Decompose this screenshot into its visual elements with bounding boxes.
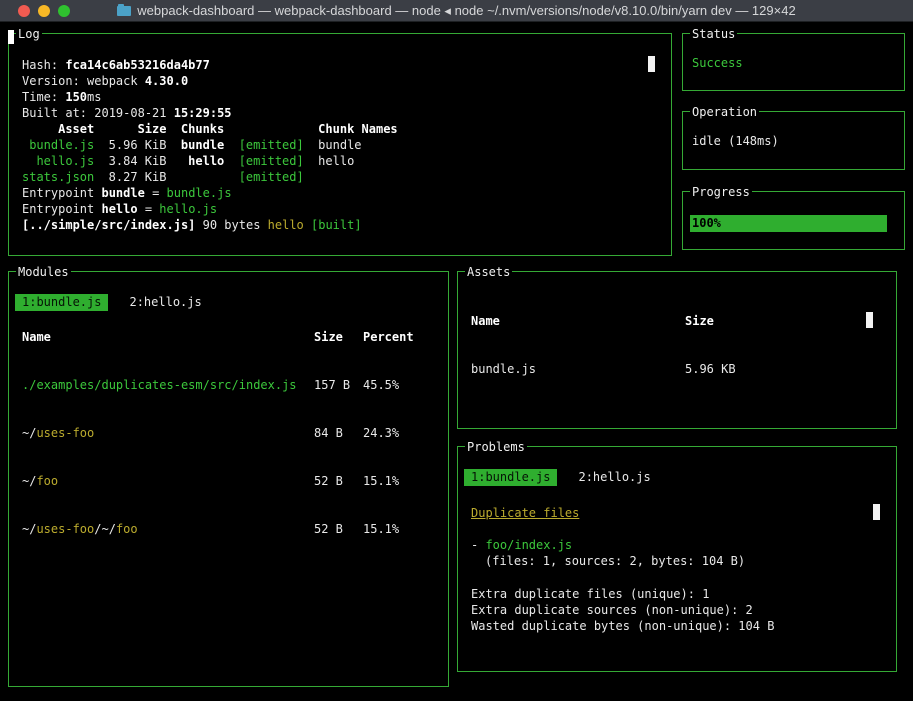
modules-header-size: Size	[314, 329, 343, 345]
close-button[interactable]	[18, 5, 30, 17]
built-at-time: 15:29:55	[174, 106, 232, 120]
assets-header-size: Size	[685, 313, 714, 329]
modules-panel-title: Modules	[16, 264, 71, 280]
log-panel: Log Hash: fca14c6ab53216da4b77 Version: …	[8, 33, 672, 256]
module-row-size: 157 B	[314, 377, 350, 393]
duplicate-file-detail: (files: 1, sources: 2, bytes: 104 B)	[485, 553, 745, 569]
asset-row-name: bundle.js	[471, 361, 536, 377]
duplicate-files-heading: Duplicate files	[471, 505, 579, 521]
webpack-version: 4.30.0	[145, 74, 188, 88]
entrypoint-line: Entrypoint bundle = bundle.js	[22, 185, 663, 201]
asset-table-row: stats.json8.27 KiB[emitted]	[22, 169, 663, 185]
build-hash: fca14c6ab53216da4b77	[65, 58, 210, 72]
module-row-size: 52 B	[314, 521, 343, 537]
problems-scrollbar-thumb[interactable]	[873, 504, 880, 520]
log-hash-line: Hash: fca14c6ab53216da4b77	[22, 57, 663, 73]
status-panel-title: Status	[690, 26, 737, 42]
module-row-name: ~/uses-foo	[22, 425, 94, 441]
window-title: webpack-dashboard — webpack-dashboard — …	[137, 3, 795, 19]
modules-tab-hello[interactable]: 2:hello.js	[122, 294, 208, 311]
zoom-button[interactable]	[58, 5, 70, 17]
module-row-percent: 45.5%	[363, 377, 399, 393]
asset-table-row: hello.js3.84 KiBhello[emitted]hello	[22, 153, 663, 169]
problems-panel: Problems 1:bundle.js 2:hello.js Duplicat…	[457, 446, 897, 672]
operation-value: idle (148ms)	[692, 133, 779, 149]
log-scrollbar-thumb[interactable]	[648, 56, 655, 72]
progress-panel: Progress 100%	[682, 191, 905, 250]
summary-line: Extra duplicate files (unique): 1	[471, 586, 709, 602]
folder-icon	[117, 6, 131, 16]
progress-bar: 100%	[690, 215, 887, 232]
problems-tab-bundle[interactable]: 1:bundle.js	[464, 469, 557, 486]
module-row-name: ./examples/duplicates-esm/src/index.js	[22, 377, 297, 393]
module-row-size: 52 B	[314, 473, 343, 489]
assets-panel: Assets Name Size bundle.js 5.96 KB	[457, 271, 897, 429]
log-time-line: Time: 150ms	[22, 89, 663, 105]
module-row-size: 84 B	[314, 425, 343, 441]
log-output: Hash: fca14c6ab53216da4b77 Version: webp…	[22, 57, 663, 233]
asset-table-row: bundle.js5.96 KiBbundle[emitted]bundle	[22, 137, 663, 153]
log-panel-title: Log	[16, 26, 42, 42]
module-row-percent: 15.1%	[363, 473, 399, 489]
terminal-cursor	[8, 30, 14, 44]
summary-line: Extra duplicate sources (non-unique): 2	[471, 602, 753, 618]
module-row-percent: 15.1%	[363, 521, 399, 537]
built-module-line: [../simple/src/index.js] 90 bytes hello …	[22, 217, 663, 233]
modules-panel: Modules 1:bundle.js 2:hello.js Name Size…	[8, 271, 449, 687]
log-version-line: Version: webpack 4.30.0	[22, 73, 663, 89]
entrypoint-line: Entrypoint hello = hello.js	[22, 201, 663, 217]
window-titlebar: webpack-dashboard — webpack-dashboard — …	[0, 0, 913, 22]
log-built-at-line: Built at: 2019-08-21 15:29:55	[22, 105, 663, 121]
problems-tab-hello[interactable]: 2:hello.js	[571, 469, 657, 486]
assets-panel-title: Assets	[465, 264, 512, 280]
operation-panel-title: Operation	[690, 104, 759, 120]
problems-tabs: 1:bundle.js 2:hello.js	[464, 469, 658, 486]
assets-header-name: Name	[471, 313, 500, 329]
modules-header-name: Name	[22, 329, 51, 345]
modules-tabs: 1:bundle.js 2:hello.js	[15, 294, 209, 311]
module-row-name: ~/uses-foo/~/foo	[22, 521, 138, 537]
modules-tab-bundle[interactable]: 1:bundle.js	[15, 294, 108, 311]
asset-row-size: 5.96 KB	[685, 361, 736, 377]
module-row-name: ~/foo	[22, 473, 58, 489]
problems-panel-title: Problems	[465, 439, 527, 455]
module-row-percent: 24.3%	[363, 425, 399, 441]
summary-line: Wasted duplicate bytes (non-unique): 104…	[471, 618, 774, 634]
minimize-button[interactable]	[38, 5, 50, 17]
progress-panel-title: Progress	[690, 184, 752, 200]
modules-header-percent: Percent	[363, 329, 414, 345]
assets-scrollbar-thumb[interactable]	[866, 312, 873, 328]
operation-panel: Operation idle (148ms)	[682, 111, 905, 170]
status-value: Success	[692, 55, 743, 71]
asset-table-header: AssetSizeChunksChunk Names	[22, 121, 663, 137]
status-panel: Status Success	[682, 33, 905, 91]
build-time-ms: 150	[65, 90, 87, 104]
duplicate-file-item: - foo/index.js	[471, 537, 572, 553]
